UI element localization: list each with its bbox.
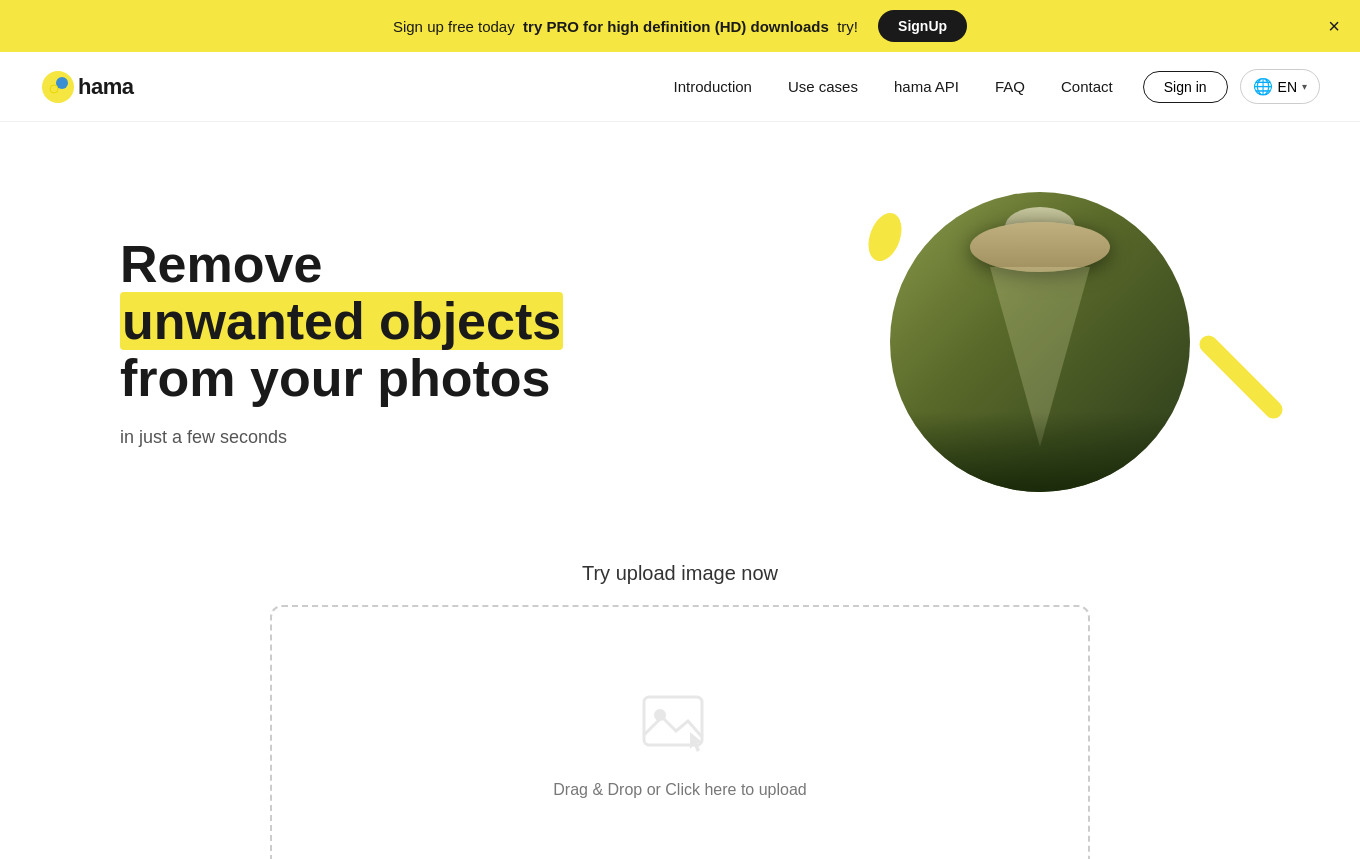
upload-title: Try upload image now	[270, 562, 1090, 585]
main-nav: hama Introduction Use cases hama API FAQ…	[0, 52, 1360, 122]
banner-close-button[interactable]: ×	[1328, 16, 1340, 36]
nav-hama-api[interactable]: hama API	[894, 78, 959, 95]
image-placeholder-icon	[640, 687, 720, 757]
nav-use-cases[interactable]: Use cases	[788, 78, 858, 95]
nav-faq[interactable]: FAQ	[995, 78, 1025, 95]
hero-image-circle	[890, 192, 1190, 492]
nav-links: Introduction Use cases hama API FAQ Cont…	[674, 78, 1113, 96]
ufo-scene	[890, 192, 1190, 492]
banner-signup-button[interactable]: SignUp	[878, 10, 967, 42]
globe-icon: 🌐	[1253, 77, 1273, 96]
hero-subtitle: in just a few seconds	[120, 427, 680, 448]
upload-dropzone[interactable]: Drag & Drop or Click here to upload	[270, 605, 1090, 859]
svg-point-2	[50, 85, 58, 93]
language-label: EN	[1278, 79, 1297, 95]
nav-introduction[interactable]: Introduction	[674, 78, 752, 95]
ufo-body	[970, 222, 1110, 272]
sign-in-button[interactable]: Sign in	[1143, 71, 1228, 103]
language-selector[interactable]: 🌐 EN ▾	[1240, 69, 1320, 104]
logo-icon	[40, 69, 76, 105]
hero-illustration-container	[680, 182, 1240, 502]
nav-contact[interactable]: Contact	[1061, 78, 1113, 95]
upload-section: Try upload image now Drag & Drop or Clic…	[230, 542, 1130, 859]
hero-section: Remove unwanted objects from your photos…	[0, 122, 1360, 542]
nav-actions: Sign in 🌐 EN ▾	[1143, 69, 1320, 104]
upload-drop-text: Drag & Drop or Click here to upload	[553, 781, 806, 799]
decoration-pill	[1196, 332, 1287, 423]
logo-text: hama	[78, 74, 133, 100]
hero-illustration	[860, 182, 1240, 502]
chevron-down-icon: ▾	[1302, 81, 1307, 92]
ground	[890, 412, 1190, 492]
promo-banner: Sign up free today try PRO for high defi…	[0, 0, 1360, 52]
hero-content: Remove unwanted objects from your photos…	[120, 236, 680, 449]
banner-message: Sign up free today try PRO for high defi…	[393, 18, 858, 35]
logo-link[interactable]: hama	[40, 69, 133, 105]
hero-title: Remove unwanted objects from your photos	[120, 236, 680, 408]
